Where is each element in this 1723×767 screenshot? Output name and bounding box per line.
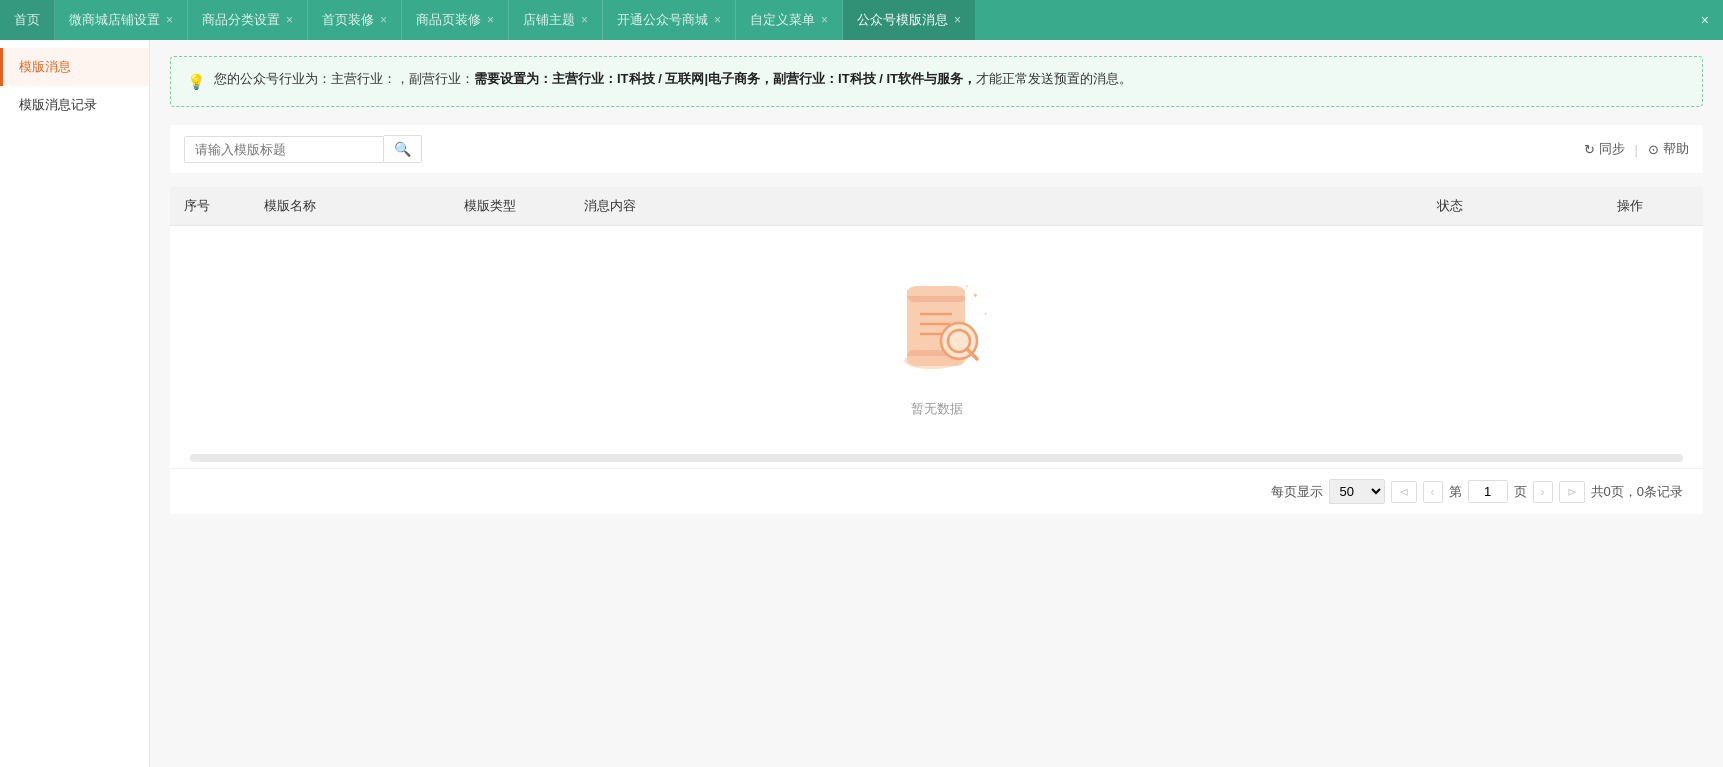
close-all-button[interactable]: × — [1687, 0, 1723, 40]
tab-open-mall-label: 开通公众号商城 — [617, 11, 708, 29]
search-bar: 🔍 ↻ 同步 | ⊙ 帮助 — [170, 125, 1703, 173]
scroll-bar-track[interactable] — [190, 454, 1683, 462]
search-button[interactable]: 🔍 — [384, 135, 422, 163]
tab-store-theme[interactable]: 店铺主题 × — [509, 0, 603, 40]
col-template-name: 模版名称 — [250, 187, 450, 226]
tab-custom-menu-label: 自定义菜单 — [750, 11, 815, 29]
sidebar-item-template-message[interactable]: 模版消息 — [0, 48, 149, 86]
empty-state: ✦ ✦ ✦ 暂无数据 — [170, 226, 1703, 448]
search-left: 🔍 — [184, 135, 422, 163]
pagination-summary: 共0页，0条记录 — [1591, 483, 1683, 501]
page-size-select[interactable]: 10 20 50 100 — [1329, 479, 1385, 504]
svg-text:✦: ✦ — [983, 311, 988, 317]
data-table: 序号 模版名称 模版类型 消息内容 状态 操作 — [170, 187, 1703, 448]
svg-text:✦: ✦ — [972, 291, 979, 300]
page-label: 第 — [1449, 483, 1462, 501]
page-unit: 页 — [1514, 483, 1527, 501]
tab-store-settings[interactable]: 微商城店铺设置 × — [55, 0, 188, 40]
tab-open-mall[interactable]: 开通公众号商城 × — [603, 0, 736, 40]
tab-template-message-label: 公众号模版消息 — [857, 11, 948, 29]
page-input[interactable] — [1468, 480, 1508, 503]
tab-template-message[interactable]: 公众号模版消息 × — [843, 0, 976, 40]
sync-icon: ↻ — [1584, 142, 1595, 157]
close-tab-template-message[interactable]: × — [954, 13, 961, 27]
sync-button[interactable]: ↻ 同步 — [1584, 140, 1625, 158]
tab-home-label: 首页 — [14, 11, 40, 29]
tab-product-category-label: 商品分类设置 — [202, 11, 280, 29]
empty-state-row: ✦ ✦ ✦ 暂无数据 — [170, 226, 1703, 449]
help-icon: ⊙ — [1648, 142, 1659, 157]
tab-custom-menu[interactable]: 自定义菜单 × — [736, 0, 843, 40]
scroll-bar-row — [170, 448, 1703, 468]
col-message-content: 消息内容 — [570, 187, 1423, 226]
empty-illustration: ✦ ✦ ✦ — [877, 266, 997, 386]
search-input[interactable] — [184, 136, 384, 163]
content-area: 💡 您的公众号行业为：主营行业：，副营行业：需要设置为：主营行业：IT科技 / … — [150, 40, 1723, 767]
tab-store-settings-label: 微商城店铺设置 — [69, 11, 160, 29]
search-right: ↻ 同步 | ⊙ 帮助 — [1584, 140, 1689, 158]
col-status: 状态 — [1423, 187, 1603, 226]
close-tab-store-theme[interactable]: × — [581, 13, 588, 27]
data-table-wrap: 序号 模版名称 模版类型 消息内容 状态 操作 — [170, 187, 1703, 514]
tab-home[interactable]: 首页 — [0, 0, 55, 40]
close-tab-custom-menu[interactable]: × — [821, 13, 828, 27]
sidebar: 模版消息 模版消息记录 — [0, 40, 150, 767]
tab-product-decor-label: 商品页装修 — [416, 11, 481, 29]
search-icon: 🔍 — [394, 141, 411, 157]
close-tab-store-settings[interactable]: × — [166, 13, 173, 27]
svg-text:✦: ✦ — [965, 283, 969, 289]
last-page-button[interactable]: ⊳ — [1559, 481, 1585, 503]
col-action: 操作 — [1603, 187, 1703, 226]
alert-text: 您的公众号行业为：主营行业：，副营行业：需要设置为：主营行业：IT科技 / 互联… — [214, 69, 1132, 90]
close-tab-product-category[interactable]: × — [286, 13, 293, 27]
table-header-row: 序号 模版名称 模版类型 消息内容 状态 操作 — [170, 187, 1703, 226]
tab-product-decor[interactable]: 商品页装修 × — [402, 0, 509, 40]
main-layout: 模版消息 模版消息记录 💡 您的公众号行业为：主营行业：，副营行业：需要设置为：… — [0, 40, 1723, 767]
alert-icon: 💡 — [187, 70, 206, 94]
empty-text: 暂无数据 — [911, 400, 963, 418]
help-button[interactable]: ⊙ 帮助 — [1648, 140, 1689, 158]
tab-home-decor[interactable]: 首页装修 × — [308, 0, 402, 40]
tab-product-category[interactable]: 商品分类设置 × — [188, 0, 308, 40]
alert-box: 💡 您的公众号行业为：主营行业：，副营行业：需要设置为：主营行业：IT科技 / … — [170, 56, 1703, 107]
sidebar-item-template-message-record[interactable]: 模版消息记录 — [0, 86, 149, 124]
tab-home-decor-label: 首页装修 — [322, 11, 374, 29]
tab-store-theme-label: 店铺主题 — [523, 11, 575, 29]
close-tab-open-mall[interactable]: × — [714, 13, 721, 27]
prev-page-button[interactable]: ‹ — [1423, 481, 1443, 503]
pagination: 每页显示 10 20 50 100 ⊲ ‹ 第 页 › ⊳ 共0页，0条记录 — [170, 468, 1703, 514]
next-page-button[interactable]: › — [1533, 481, 1553, 503]
close-tab-product-decor[interactable]: × — [487, 13, 494, 27]
top-nav: 首页 微商城店铺设置 × 商品分类设置 × 首页装修 × 商品页装修 × 店铺主… — [0, 0, 1723, 40]
first-page-button[interactable]: ⊲ — [1391, 481, 1417, 503]
close-tab-home-decor[interactable]: × — [380, 13, 387, 27]
page-size-label: 每页显示 — [1271, 483, 1323, 501]
col-template-type: 模版类型 — [450, 187, 570, 226]
divider: | — [1635, 142, 1638, 157]
col-index: 序号 — [170, 187, 250, 226]
